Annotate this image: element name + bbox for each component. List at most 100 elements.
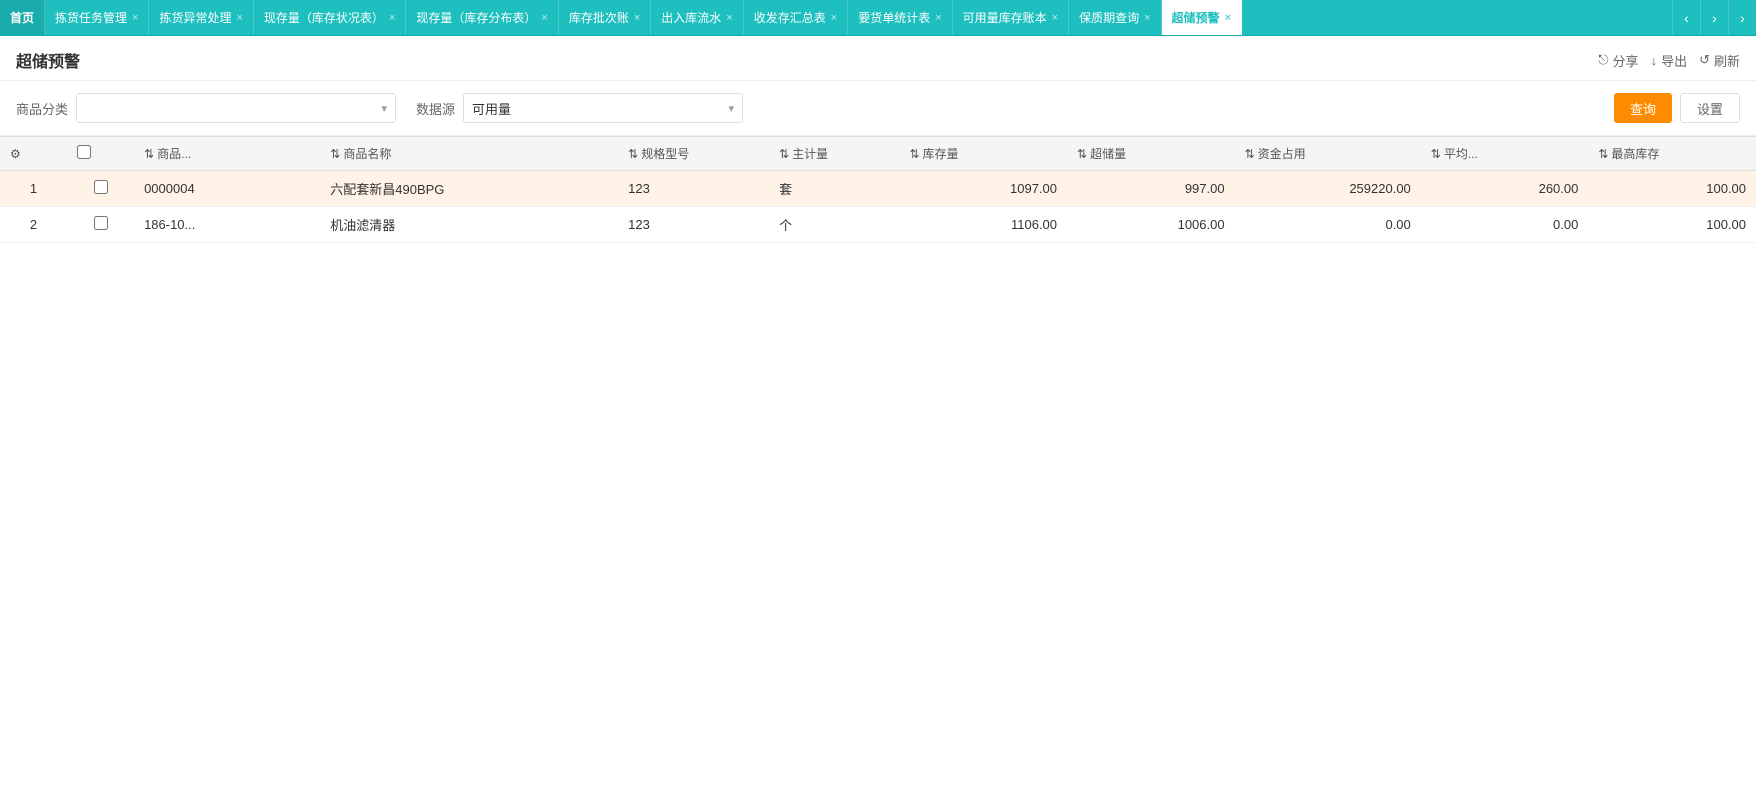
- select-all-checkbox[interactable]: [77, 145, 91, 159]
- nav-tab-available-ledger-label: 可用量库存账本: [963, 9, 1047, 26]
- share-label: 分享: [1613, 51, 1639, 70]
- row-code: 0000004: [134, 171, 320, 207]
- row-checkbox-cell: [67, 207, 134, 243]
- datasource-select[interactable]: 可用量 ▾: [463, 93, 743, 123]
- category-select[interactable]: ▾: [76, 93, 396, 123]
- sort-stock[interactable]: ⇅ 库存量: [909, 145, 958, 162]
- gear-icon[interactable]: ⚙: [10, 147, 21, 161]
- nav-arrows: ‹ › ›: [1672, 0, 1756, 36]
- nav-tab-pick-exception-label: 拣货异常处理: [159, 9, 231, 26]
- table-body: 1 0000004 六配套新昌490BPG 123 套 1097.00 997.…: [0, 171, 1756, 243]
- chevron-down-icon: ▾: [381, 102, 387, 115]
- column-header-spec: ⇅ 规格型号: [618, 137, 769, 171]
- sort-capital[interactable]: ⇅ 资金占用: [1245, 145, 1306, 162]
- close-icon[interactable]: ×: [634, 12, 640, 24]
- row-overflow: 997.00: [1067, 171, 1235, 207]
- nav-tab-inout-flow[interactable]: 出入库流水 ×: [651, 0, 743, 36]
- close-icon[interactable]: ×: [831, 12, 837, 24]
- nav-tab-stock-dist-label: 现存量（库存分布表）: [416, 9, 536, 26]
- settings-button[interactable]: 设置: [1680, 93, 1740, 123]
- datasource-select-value: 可用量: [472, 99, 511, 118]
- close-icon[interactable]: ×: [389, 12, 395, 24]
- row-avg: 260.00: [1421, 171, 1589, 207]
- column-header-overflow: ⇅ 超储量: [1067, 137, 1235, 171]
- row-stock: 1097.00: [899, 171, 1067, 207]
- nav-tab-shelf-life-label: 保质期查询: [1079, 9, 1139, 26]
- close-icon[interactable]: ×: [726, 12, 732, 24]
- share-icon: ⎋: [1598, 52, 1608, 68]
- row-maxstock: 100.00: [1588, 207, 1756, 243]
- filter-area: 商品分类 ▾ 数据源 可用量 ▾ 查询 设置: [0, 81, 1756, 136]
- sort-spec[interactable]: ⇅ 规格型号: [628, 145, 689, 162]
- share-button[interactable]: ⎋ 分享: [1598, 51, 1638, 70]
- export-button[interactable]: ↓ 导出: [1651, 51, 1688, 70]
- nav-tab-stock-status[interactable]: 现存量（库存状况表） ×: [254, 0, 406, 36]
- row-capital: 259220.00: [1235, 171, 1421, 207]
- refresh-button[interactable]: ↺ 刷新: [1699, 51, 1740, 70]
- chevron-down-icon: ▾: [729, 102, 735, 115]
- column-header-code: ⇅ 商品...: [134, 137, 320, 171]
- row-checkbox[interactable]: [94, 180, 108, 194]
- export-label: 导出: [1661, 51, 1687, 70]
- row-unit: 个: [769, 207, 899, 243]
- close-icon[interactable]: ×: [132, 12, 138, 24]
- close-icon[interactable]: ×: [541, 12, 547, 24]
- row-unit: 套: [769, 171, 899, 207]
- sort-code[interactable]: ⇅ 商品...: [144, 145, 191, 162]
- column-header-unit: ⇅ 主计量: [769, 137, 899, 171]
- nav-tab-overflow-warn[interactable]: 超储预警 ×: [1162, 0, 1242, 36]
- header-actions: ⎋ 分享 ↓ 导出 ↺ 刷新: [1598, 51, 1740, 70]
- close-icon[interactable]: ×: [1052, 12, 1058, 24]
- nav-tab-stock-dist[interactable]: 现存量（库存分布表） ×: [406, 0, 558, 36]
- page-header: 超储预警 ⎋ 分享 ↓ 导出 ↺ 刷新: [0, 36, 1756, 81]
- refresh-icon: ↺: [1699, 52, 1710, 68]
- table-row: 2 186-10... 机油滤清器 123 个 1106.00 1006.00 …: [0, 207, 1756, 243]
- sort-overflow[interactable]: ⇅ 超储量: [1077, 145, 1126, 162]
- sort-maxstock[interactable]: ⇅ 最高库存: [1598, 145, 1659, 162]
- nav-tab-order-stat[interactable]: 要货单统计表 ×: [848, 0, 952, 36]
- nav-tab-pick-exception[interactable]: 拣货异常处理 ×: [149, 0, 253, 36]
- close-icon[interactable]: ×: [1225, 12, 1231, 24]
- page-title: 超储预警: [16, 48, 80, 72]
- row-spec: 123: [618, 171, 769, 207]
- export-icon: ↓: [1651, 53, 1658, 68]
- nav-next-button[interactable]: ›: [1700, 0, 1728, 36]
- column-header-name: ⇅ 商品名称: [320, 137, 618, 171]
- column-header-gear: ⚙: [0, 137, 67, 171]
- nav-more-button[interactable]: ›: [1728, 0, 1756, 36]
- row-index: 2: [0, 207, 67, 243]
- row-checkbox[interactable]: [94, 216, 108, 230]
- row-overflow: 1006.00: [1067, 207, 1235, 243]
- table-header: ⚙ ⇅ 商品... ⇅ 商品名称: [0, 137, 1756, 171]
- query-button[interactable]: 查询: [1614, 93, 1672, 123]
- nav-tab-shelf-life[interactable]: 保质期查询 ×: [1069, 0, 1161, 36]
- sort-unit[interactable]: ⇅ 主计量: [779, 145, 828, 162]
- data-table: ⚙ ⇅ 商品... ⇅ 商品名称: [0, 136, 1756, 243]
- row-stock: 1106.00: [899, 207, 1067, 243]
- row-index: 1: [0, 171, 67, 207]
- nav-tab-available-ledger[interactable]: 可用量库存账本 ×: [953, 0, 1069, 36]
- close-icon[interactable]: ×: [236, 12, 242, 24]
- close-icon[interactable]: ×: [935, 12, 941, 24]
- category-filter-label: 商品分类: [16, 99, 68, 118]
- nav-prev-button[interactable]: ‹: [1672, 0, 1700, 36]
- datasource-filter-group: 数据源 可用量 ▾: [416, 93, 743, 123]
- table-row: 1 0000004 六配套新昌490BPG 123 套 1097.00 997.…: [0, 171, 1756, 207]
- sort-avg[interactable]: ⇅ 平均...: [1431, 145, 1478, 162]
- sort-name[interactable]: ⇅ 商品名称: [330, 145, 391, 162]
- row-code: 186-10...: [134, 207, 320, 243]
- nav-tab-home[interactable]: 首页: [0, 0, 45, 36]
- filter-actions: 查询 设置: [1614, 93, 1740, 123]
- nav-tab-home-label: 首页: [10, 9, 34, 26]
- refresh-label: 刷新: [1714, 51, 1740, 70]
- column-header-stock: ⇅ 库存量: [899, 137, 1067, 171]
- table-container: ⚙ ⇅ 商品... ⇅ 商品名称: [0, 136, 1756, 243]
- row-spec: 123: [618, 207, 769, 243]
- column-header-capital: ⇅ 资金占用: [1235, 137, 1421, 171]
- nav-tab-recv-send[interactable]: 收发存汇总表 ×: [744, 0, 848, 36]
- close-icon[interactable]: ×: [1144, 12, 1150, 24]
- column-header-avg: ⇅ 平均...: [1421, 137, 1589, 171]
- nav-tab-pick-task[interactable]: 拣货任务管理 ×: [45, 0, 149, 36]
- nav-tab-batch-ledger[interactable]: 库存批次账 ×: [559, 0, 651, 36]
- nav-tab-order-stat-label: 要货单统计表: [858, 9, 930, 26]
